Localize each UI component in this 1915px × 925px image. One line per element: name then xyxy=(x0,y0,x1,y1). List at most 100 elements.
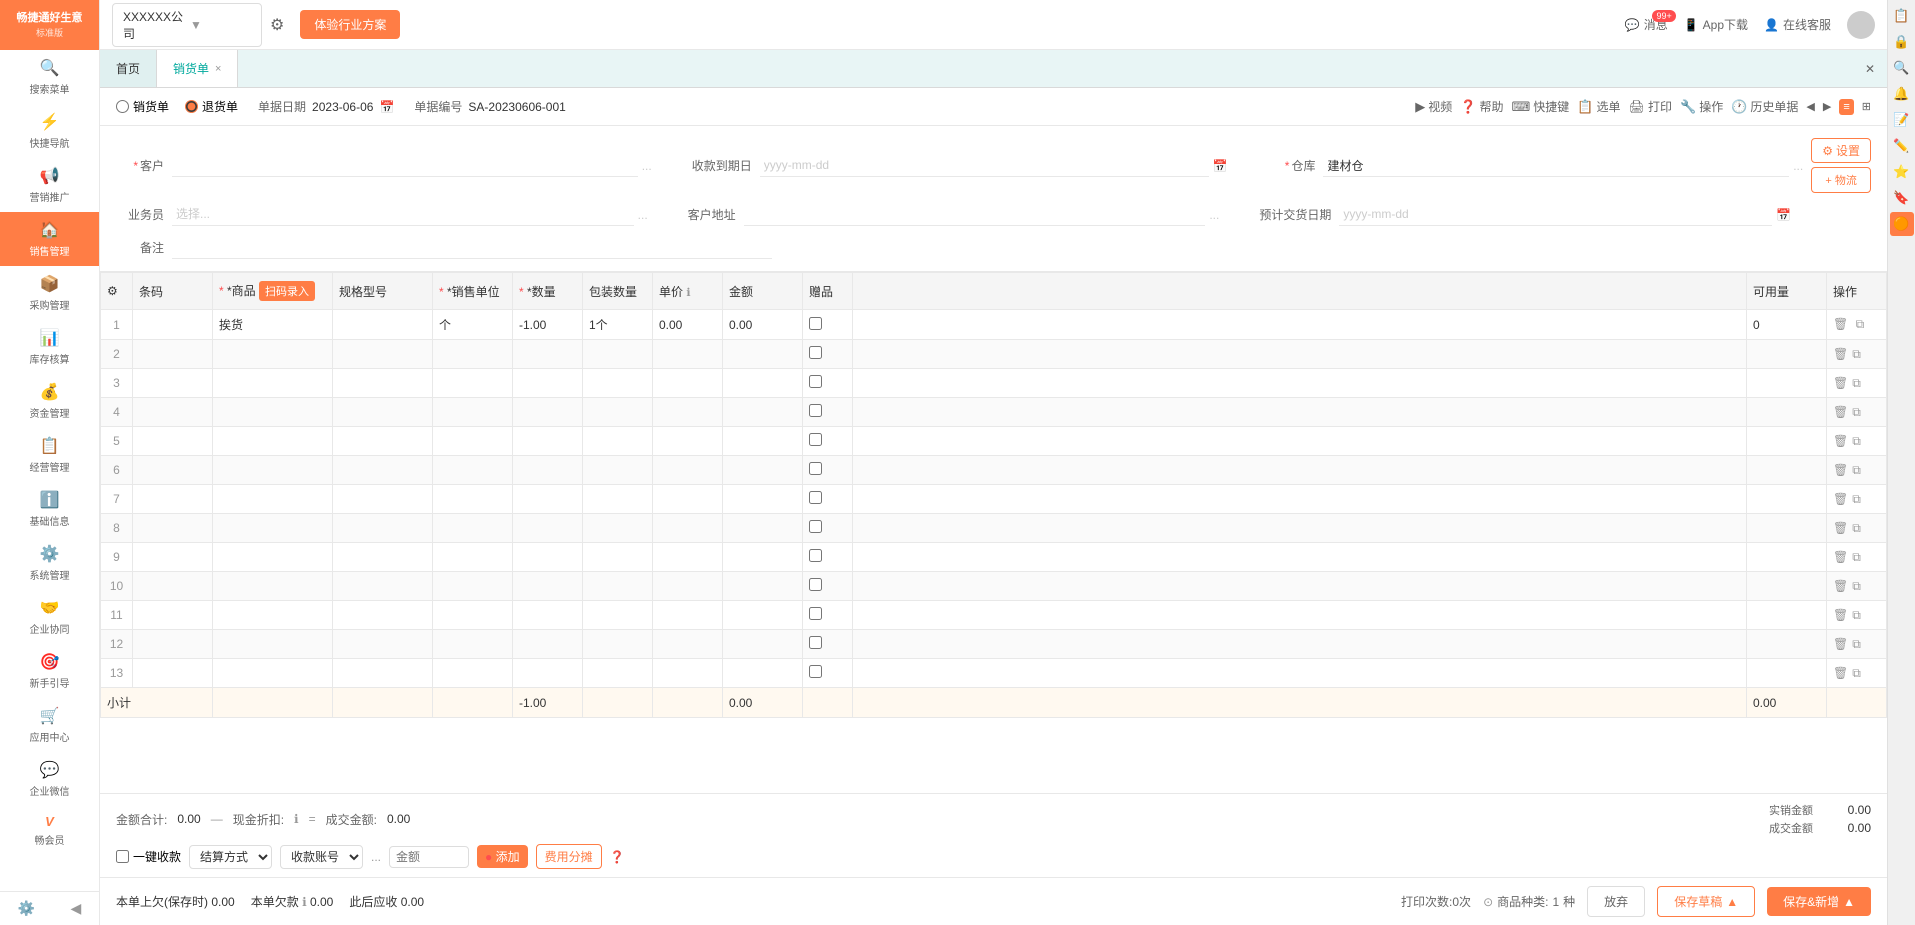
bill-debt-help[interactable]: ℹ xyxy=(302,895,307,909)
customer-addr-input[interactable] xyxy=(744,203,1206,226)
copy-icon-3[interactable]: ⧉ xyxy=(1852,376,1861,390)
cell-spec-2[interactable] xyxy=(333,340,433,369)
copy-icon-1[interactable]: ⧉ xyxy=(1856,317,1865,331)
sidebar-item-inventory[interactable]: 📊 库存核算 xyxy=(0,320,99,374)
sidebar-item-search[interactable]: 🔍 搜索菜单 xyxy=(0,50,99,104)
company-settings-icon[interactable]: ⚙ xyxy=(270,15,284,35)
warehouse-dots[interactable]: ... xyxy=(1793,159,1803,173)
account-select[interactable]: 收款账号 xyxy=(280,845,363,869)
sidebar-item-enterprise[interactable]: 🤝 企业协同 xyxy=(0,590,99,644)
sidebar-settings-icon[interactable]: ⚙️ xyxy=(18,900,35,917)
one-click-payment-checkbox[interactable] xyxy=(116,850,129,863)
cell-product-2[interactable] xyxy=(213,340,333,369)
trial-button[interactable]: 体验行业方案 xyxy=(300,10,400,39)
cell-product-1[interactable]: 挨货 xyxy=(213,310,333,340)
remarks-input[interactable] xyxy=(172,236,772,259)
logistics-btn[interactable]: + 物流 xyxy=(1811,167,1871,193)
video-btn[interactable]: ▶ 视频 xyxy=(1415,98,1452,115)
warehouse-input[interactable] xyxy=(1323,154,1789,177)
tab-close-icon[interactable]: × xyxy=(215,63,221,75)
sidebar-item-wechat[interactable]: 💬 企业微信 xyxy=(0,752,99,806)
radio-sales[interactable]: 销货单 xyxy=(116,98,169,115)
sidebar-item-quick-nav[interactable]: ⚡ 快捷导航 xyxy=(0,104,99,158)
payment-date-input[interactable] xyxy=(760,154,1209,177)
cell-amount-1[interactable]: 0.00 xyxy=(723,310,803,340)
settings-action-btn[interactable]: ⚙ 设置 xyxy=(1811,138,1871,163)
delete-icon-1[interactable]: 🗑 xyxy=(1833,317,1848,331)
app-download-btn[interactable]: 📱 App下载 xyxy=(1684,16,1748,33)
history-btn[interactable]: 🕐 历史单据 xyxy=(1731,98,1798,115)
cell-amount-2[interactable] xyxy=(723,340,803,369)
user-avatar[interactable] xyxy=(1847,11,1875,39)
cell-qty-2[interactable] xyxy=(513,340,583,369)
rp-icon-star[interactable]: ⭐ xyxy=(1890,160,1914,184)
tab-home[interactable]: 首页 xyxy=(100,50,156,87)
sidebar-item-system[interactable]: ⚙️ 系统管理 xyxy=(0,536,99,590)
account-dots[interactable]: ... xyxy=(371,850,381,864)
message-btn[interactable]: 💬 消息 99+ xyxy=(1625,16,1668,33)
rp-icon-bell[interactable]: 🔔 xyxy=(1890,82,1914,106)
rp-icon-bookmark[interactable]: 🔖 xyxy=(1890,186,1914,210)
rp-icon-clipboard[interactable]: 📋 xyxy=(1890,4,1914,28)
sidebar-item-member[interactable]: V 畅会员 xyxy=(0,806,99,855)
cell-barcode-2[interactable] xyxy=(133,340,213,369)
save-new-btn[interactable]: 保存&新增 ▲ xyxy=(1767,887,1871,916)
help-btn[interactable]: ❓ 帮助 xyxy=(1460,98,1503,115)
gift-checkbox-1[interactable] xyxy=(809,317,822,330)
online-service-btn[interactable]: 👤 在线客服 xyxy=(1764,16,1831,33)
rp-icon-note[interactable]: 📝 xyxy=(1890,108,1914,132)
delete-icon-3[interactable]: 🗑 xyxy=(1833,376,1848,390)
customer-input[interactable] xyxy=(172,154,638,177)
radio-sales-input[interactable] xyxy=(116,100,129,113)
salesman-input[interactable] xyxy=(172,203,634,226)
close-all-tabs[interactable]: ✕ xyxy=(1853,62,1887,76)
cell-pkg-1[interactable]: 1个 xyxy=(583,310,653,340)
settlement-select[interactable]: 结算方式 xyxy=(189,845,272,869)
salesman-dots[interactable]: ... xyxy=(638,208,648,222)
cell-gift-1[interactable] xyxy=(803,310,853,340)
discard-btn[interactable]: 放弃 xyxy=(1587,886,1645,917)
layout-list-btn[interactable]: ≡ xyxy=(1839,99,1853,115)
shortcut-btn[interactable]: ⌨ 快捷键 xyxy=(1512,98,1570,115)
cell-qty-1[interactable]: -1.00 xyxy=(513,310,583,340)
sidebar-item-business[interactable]: 📋 经营管理 xyxy=(0,428,99,482)
amount-input[interactable] xyxy=(389,846,469,868)
expected-date-calendar-icon[interactable]: 📅 xyxy=(1776,208,1791,222)
cell-gift-2[interactable] xyxy=(803,340,853,369)
cell-pkg-2[interactable] xyxy=(583,340,653,369)
nav-next-btn[interactable]: ▶ xyxy=(1823,100,1831,113)
one-click-payment-label[interactable]: 一键收款 xyxy=(116,848,181,865)
print-btn[interactable]: 🖨 打印 xyxy=(1628,98,1672,115)
rp-icon-orange[interactable]: 🟠 xyxy=(1890,212,1914,236)
product-type-icon[interactable]: ⊙ xyxy=(1483,895,1493,909)
discount-help-icon[interactable]: ℹ xyxy=(294,812,299,826)
save-draft-btn[interactable]: 保存草稿 ▲ xyxy=(1657,886,1755,917)
cell-price-2[interactable] xyxy=(653,340,723,369)
tab-sales-order[interactable]: 销货单 × xyxy=(156,50,238,87)
scan-btn[interactable]: 扫码录入 xyxy=(259,281,315,301)
radio-return-input[interactable] xyxy=(185,100,198,113)
radio-return[interactable]: 退货单 xyxy=(185,98,238,115)
layout-grid-btn[interactable]: ⊞ xyxy=(1862,100,1871,113)
rp-icon-pencil[interactable]: ✏️ xyxy=(1890,134,1914,158)
delete-icon-2[interactable]: 🗑 xyxy=(1833,347,1848,361)
company-selector[interactable]: XXXXXX公司 ▼ xyxy=(112,3,262,47)
calendar-icon[interactable]: 📅 xyxy=(379,100,394,114)
gift-checkbox-2[interactable] xyxy=(809,346,822,359)
sidebar-item-basic[interactable]: ℹ️ 基础信息 xyxy=(0,482,99,536)
copy-icon-2[interactable]: ⧉ xyxy=(1852,347,1861,361)
select-order-btn[interactable]: 📋 选单 xyxy=(1577,98,1620,115)
sidebar-item-appstore[interactable]: 🛒 应用中心 xyxy=(0,698,99,752)
customer-dots[interactable]: ... xyxy=(642,159,652,173)
sidebar-item-marketing[interactable]: 📢 营销推广 xyxy=(0,158,99,212)
expense-split-btn[interactable]: 费用分摊 xyxy=(536,844,602,869)
cell-unit-1[interactable]: 个 xyxy=(433,310,513,340)
sidebar-item-sales[interactable]: 🏠 销售管理 xyxy=(0,212,99,266)
sidebar-item-finance[interactable]: 💰 资金管理 xyxy=(0,374,99,428)
expense-help-icon[interactable]: ❓ xyxy=(610,850,625,864)
cell-spec-1[interactable] xyxy=(333,310,433,340)
operate-btn[interactable]: 🔧 操作 xyxy=(1680,98,1723,115)
sidebar-item-guide[interactable]: 🎯 新手引导 xyxy=(0,644,99,698)
sidebar-collapse-icon[interactable]: ◀ xyxy=(71,900,82,917)
expected-date-input[interactable] xyxy=(1339,203,1772,226)
